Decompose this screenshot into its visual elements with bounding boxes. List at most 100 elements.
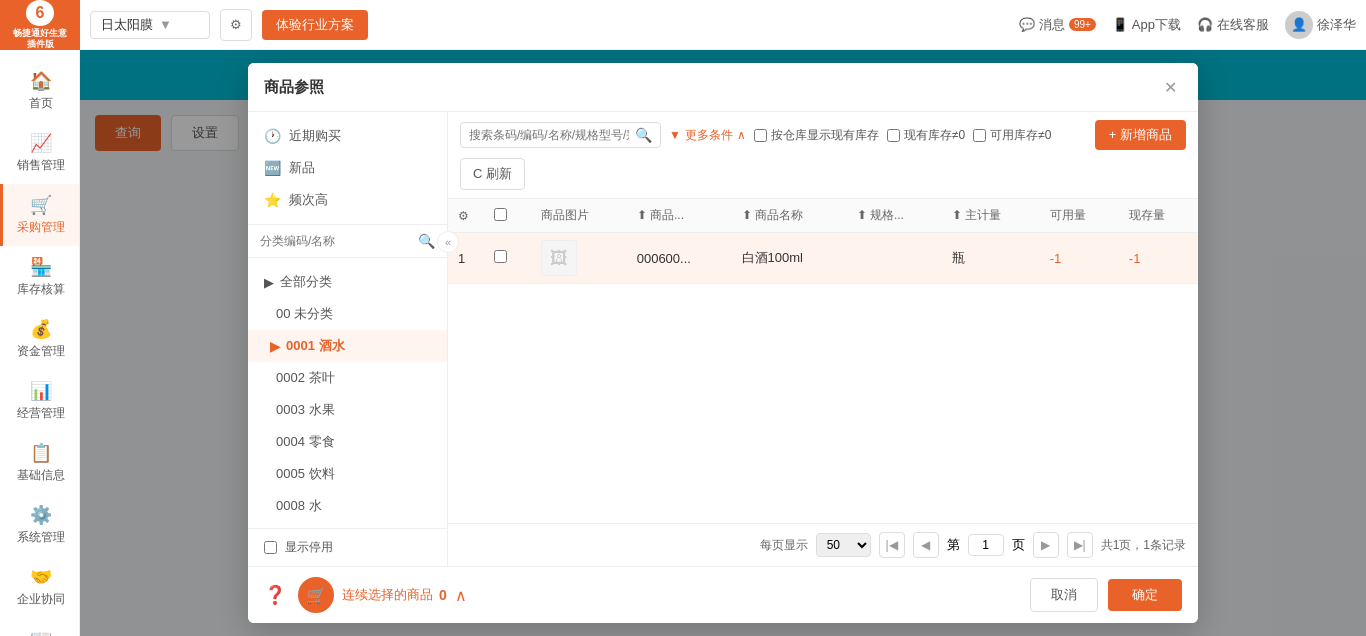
frequent-icon: ⭐ [264, 192, 281, 208]
td-checkbox[interactable] [484, 233, 531, 284]
sidebar: 🏠 首页 📈 销售管理 🛒 采购管理 🏪 库存核算 💰 资金管理 📊 经营管理 … [0, 50, 80, 636]
modal-title: 商品参照 [264, 78, 324, 97]
content-area: 查询 设置 刷新 商品参照 ✕ 🕐 [80, 50, 1366, 636]
logo-icon: 6 [26, 0, 54, 26]
system-icon: ⚙️ [30, 504, 52, 526]
collapse-panel-button[interactable]: « [437, 231, 459, 253]
gear-button[interactable]: ⚙ [220, 9, 252, 41]
quick-item-frequent[interactable]: ⭐ 频次高 [248, 184, 447, 216]
messages-badge: 99+ [1069, 18, 1096, 31]
category-search-icon[interactable]: 🔍 [418, 233, 435, 249]
sidebar-item-basic-info[interactable]: 📋 基础信息 [0, 432, 79, 494]
refresh-button[interactable]: C 刷新 [460, 158, 525, 190]
new-icon: 🆕 [264, 160, 281, 176]
page-next-button[interactable]: ▶ [1033, 532, 1059, 558]
table-row[interactable]: 1 🖼 000600... 白酒100ml [448, 233, 1198, 284]
sidebar-item-guide[interactable]: 📖 新手引导 [0, 618, 79, 636]
inventory-icon: 🏪 [30, 256, 52, 278]
cat-item-uncategorized[interactable]: 00 未分类 [248, 298, 447, 330]
modal: 商品参照 ✕ 🕐 近期购买 🆕 [248, 63, 1198, 623]
filter-more-button[interactable]: ▼ 更多条件 ∧ [669, 127, 746, 144]
guide-icon: 📖 [30, 628, 52, 636]
continuous-label: 连续选择的商品 [342, 586, 433, 604]
show-disabled-checkbox[interactable] [264, 541, 277, 554]
sidebar-item-operations[interactable]: 📊 经营管理 [0, 370, 79, 432]
sidebar-item-finance[interactable]: 💰 资金管理 [0, 308, 79, 370]
category-search-input[interactable] [260, 234, 412, 248]
app-download-item[interactable]: 📱 App下载 [1112, 16, 1181, 34]
cat-expand-icon: ▶ [264, 275, 274, 290]
cat-arrow-icon: ▶ [270, 339, 280, 354]
th-product-code[interactable]: ⬆ 商品... [627, 199, 732, 233]
avatar: 👤 [1285, 11, 1313, 39]
row-checkbox[interactable] [494, 250, 507, 263]
cat-item-0008[interactable]: 0008 水 [248, 490, 447, 522]
sidebar-item-home[interactable]: 🏠 首页 [0, 60, 79, 122]
page-suffix: 页 [1012, 536, 1025, 554]
page-number-input[interactable] [968, 534, 1004, 556]
quick-item-new[interactable]: 🆕 新品 [248, 152, 447, 184]
category-search-box: 🔍 [248, 225, 447, 258]
cat-item-0001[interactable]: ▶ 0001 酒水 [248, 330, 447, 362]
cat-item-all[interactable]: ▶ 全部分类 [248, 266, 447, 298]
messages-item[interactable]: 💬 消息 99+ [1019, 16, 1096, 34]
finance-icon: 💰 [30, 318, 52, 340]
th-product-name[interactable]: ⬆ 商品名称 [732, 199, 847, 233]
quick-item-recent[interactable]: 🕐 近期购买 [248, 120, 447, 152]
check-current-stock-checkbox[interactable] [887, 129, 900, 142]
help-icon[interactable]: ❓ [264, 584, 286, 606]
sidebar-item-system[interactable]: ⚙️ 系统管理 [0, 494, 79, 556]
td-image: 🖼 [531, 233, 627, 284]
th-settings[interactable]: ⚙ [448, 199, 484, 233]
td-stock: -1 [1119, 233, 1198, 284]
cat-item-0005[interactable]: 0005 饮料 [248, 458, 447, 490]
sidebar-item-inventory[interactable]: 🏪 库存核算 [0, 246, 79, 308]
sidebar-item-sales[interactable]: 📈 销售管理 [0, 122, 79, 184]
modal-left-panel: 🕐 近期购买 🆕 新品 ⭐ 频次高 [248, 112, 448, 566]
cancel-button[interactable]: 取消 [1030, 578, 1098, 612]
home-icon: 🏠 [30, 70, 52, 92]
th-unit[interactable]: ⬆ 主计量 [942, 199, 1040, 233]
page-prev-button[interactable]: ◀ [913, 532, 939, 558]
page-last-button[interactable]: ▶| [1067, 532, 1093, 558]
sidebar-item-enterprise[interactable]: 🤝 企业协同 [0, 556, 79, 618]
product-search-wrap: 🔍 [460, 122, 661, 148]
experience-button[interactable]: 体验行业方案 [262, 10, 368, 40]
quick-list: 🕐 近期购买 🆕 新品 ⭐ 频次高 [248, 112, 447, 225]
customer-service-item[interactable]: 🎧 在线客服 [1197, 16, 1269, 34]
per-page-select[interactable]: 50 100 200 [816, 533, 871, 557]
collapse-up-icon[interactable]: ∧ [455, 586, 467, 605]
check-stock-display-label[interactable]: 按仓库显示现有库存 [754, 127, 879, 144]
modal-footer: ❓ 🛒 连续选择的商品 0 ∧ 取消 确定 [248, 566, 1198, 623]
page-first-button[interactable]: |◀ [879, 532, 905, 558]
sidebar-item-purchase[interactable]: 🛒 采购管理 [0, 184, 79, 246]
user-item[interactable]: 👤 徐泽华 [1285, 11, 1356, 39]
check-stock-display-checkbox[interactable] [754, 129, 767, 142]
check-usable-stock-checkbox[interactable] [973, 129, 986, 142]
cat-item-0004[interactable]: 0004 零食 [248, 426, 447, 458]
filter-bar: 🔍 ▼ 更多条件 ∧ 按仓库显示现有库存 [448, 112, 1198, 199]
modal-header: 商品参照 ✕ [248, 63, 1198, 112]
select-all-checkbox[interactable] [494, 208, 507, 221]
confirm-button[interactable]: 确定 [1108, 579, 1182, 611]
product-search-icon[interactable]: 🔍 [635, 127, 652, 143]
th-spec[interactable]: ⬆ 规格... [847, 199, 942, 233]
cat-item-0003[interactable]: 0003 水果 [248, 394, 447, 426]
main-layout: 🏠 首页 📈 销售管理 🛒 采购管理 🏪 库存核算 💰 资金管理 📊 经营管理 … [0, 50, 1366, 636]
check-usable-stock-label[interactable]: 可用库存≠0 [973, 127, 1051, 144]
product-table-wrap: ⚙ 商品图片 ⬆ 商品... ⬆ 商品名称 [448, 199, 1198, 523]
product-search-input[interactable] [469, 128, 629, 142]
purchase-icon: 🛒 [30, 194, 52, 216]
store-selector[interactable]: 日太阳膜 ▼ [90, 11, 210, 39]
th-checkbox[interactable] [484, 199, 531, 233]
navbar-right: 💬 消息 99+ 📱 App下载 🎧 在线客服 👤 徐泽华 [1019, 11, 1356, 39]
modal-overlay: 商品参照 ✕ 🕐 近期购买 🆕 [80, 50, 1366, 636]
cart-icon-button[interactable]: 🛒 [298, 577, 334, 613]
check-current-stock-label[interactable]: 现有库存≠0 [887, 127, 965, 144]
modal-close-button[interactable]: ✕ [1158, 75, 1182, 99]
message-icon: 💬 [1019, 17, 1035, 32]
td-product-name: 白酒100ml [732, 233, 847, 284]
th-stock: 现存量 [1119, 199, 1198, 233]
add-product-button[interactable]: + 新增商品 [1095, 120, 1186, 150]
cat-item-0002[interactable]: 0002 茶叶 [248, 362, 447, 394]
